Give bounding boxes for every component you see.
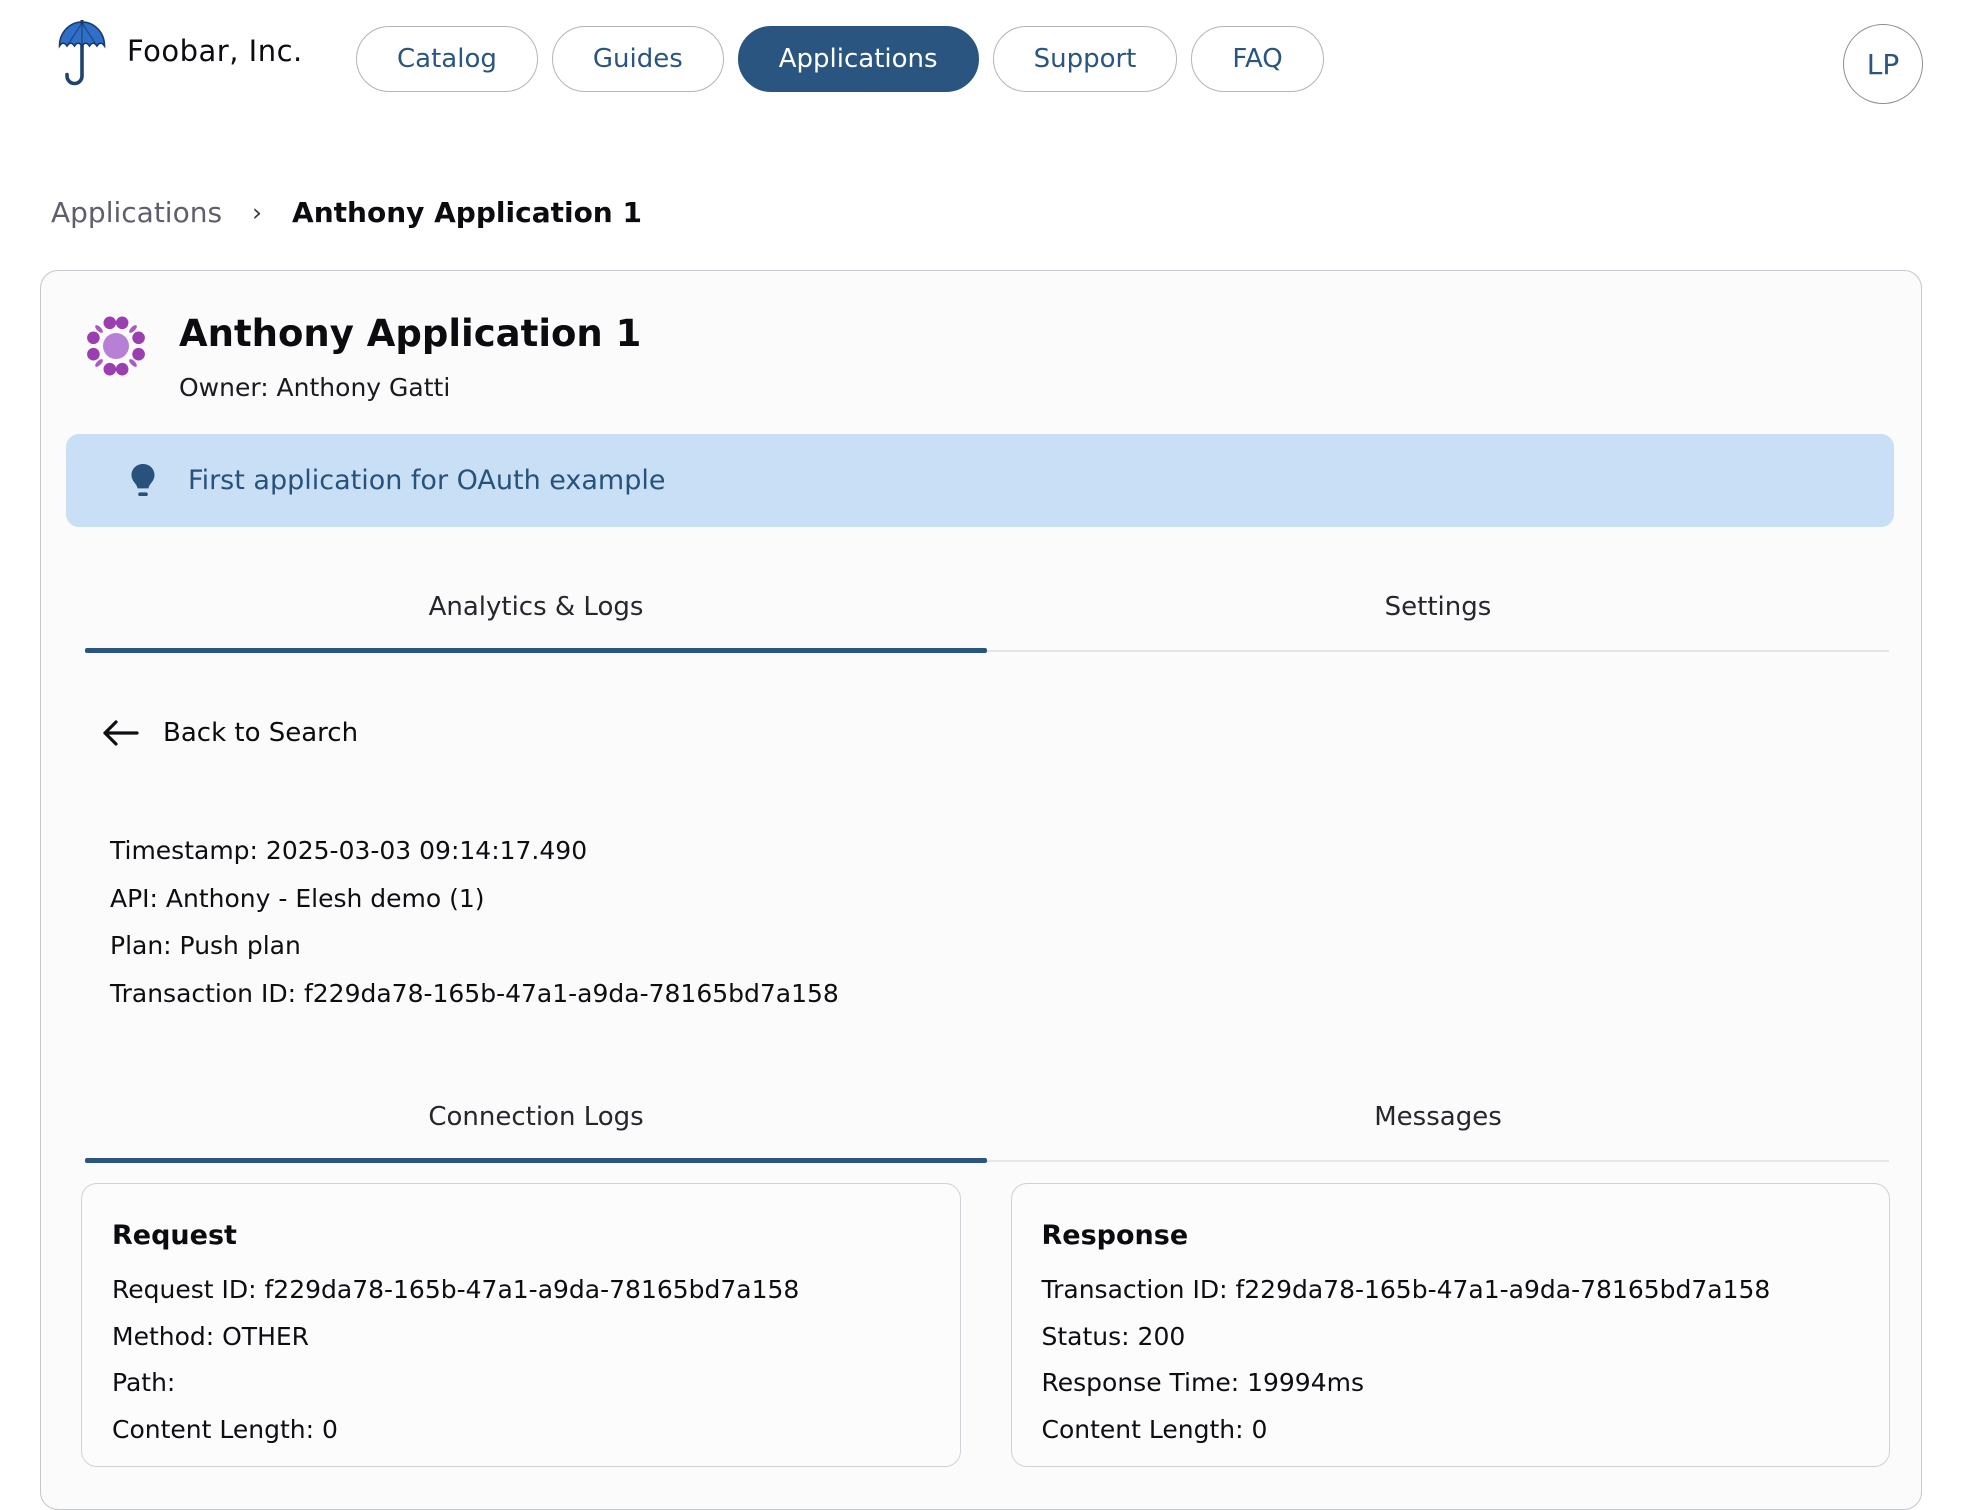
app-header-bar: Foobar, Inc. Catalog Guides Applications… [0, 0, 1970, 118]
response-transaction-id: Transaction ID: f229da78-165b-47a1-a9da-… [1042, 1267, 1860, 1314]
tab-analytics-logs[interactable]: Analytics & Logs [85, 564, 987, 652]
log-transaction-id: Transaction ID: f229da78-165b-47a1-a9da-… [110, 970, 839, 1018]
nav-guides-button[interactable]: Guides [552, 26, 724, 92]
nav-catalog-button[interactable]: Catalog [356, 26, 538, 92]
tab-settings[interactable]: Settings [987, 564, 1889, 652]
request-content-length: Content Length: 0 [112, 1407, 930, 1454]
umbrella-icon[interactable] [56, 20, 108, 96]
request-panel: Request Request ID: f229da78-165b-47a1-a… [81, 1183, 961, 1467]
tab-messages[interactable]: Messages [987, 1074, 1889, 1162]
log-plan: Plan: Push plan [110, 922, 839, 970]
tab-connection-logs[interactable]: Connection Logs [85, 1074, 987, 1162]
response-panel: Response Transaction ID: f229da78-165b-4… [1011, 1183, 1891, 1467]
breadcrumb: Applications › Anthony Application 1 [51, 196, 642, 229]
response-content-length: Content Length: 0 [1042, 1407, 1860, 1454]
response-panel-title: Response [1042, 1220, 1860, 1251]
application-header: Anthony Application 1 Owner: Anthony Gat… [81, 311, 641, 402]
application-avatar-icon [81, 311, 151, 381]
nav-support-button[interactable]: Support [993, 26, 1178, 92]
request-panel-title: Request [112, 1220, 930, 1251]
request-method: Method: OTHER [112, 1314, 930, 1361]
application-card: Anthony Application 1 Owner: Anthony Gat… [40, 270, 1922, 1510]
back-to-search-label: Back to Search [163, 718, 358, 748]
user-avatar[interactable]: LP [1843, 24, 1923, 104]
application-owner: Owner: Anthony Gatti [179, 373, 641, 402]
application-title: Anthony Application 1 [179, 311, 641, 357]
primary-nav: Catalog Guides Applications Support FAQ [356, 26, 1324, 92]
application-description-banner: First application for OAuth example [66, 434, 1894, 527]
nav-applications-button[interactable]: Applications [738, 26, 979, 92]
nav-faq-button[interactable]: FAQ [1191, 26, 1323, 92]
back-to-search-link[interactable]: Back to Search [101, 711, 358, 755]
brand-name: Foobar, Inc. [127, 34, 303, 68]
response-time: Response Time: 19994ms [1042, 1360, 1860, 1407]
request-path: Path: [112, 1360, 930, 1407]
log-api: API: Anthony - Elesh demo (1) [110, 875, 839, 923]
lightbulb-icon [130, 463, 156, 499]
secondary-tabs: Connection Logs Messages [85, 1074, 1889, 1162]
log-timestamp: Timestamp: 2025-03-03 09:14:17.490 [110, 827, 839, 875]
primary-tabs: Analytics & Logs Settings [85, 564, 1889, 652]
log-detail-panels: Request Request ID: f229da78-165b-47a1-a… [81, 1183, 1890, 1467]
log-metadata: Timestamp: 2025-03-03 09:14:17.490 API: … [110, 827, 839, 1017]
breadcrumb-applications-link[interactable]: Applications [51, 196, 222, 229]
breadcrumb-separator-icon: › [252, 198, 262, 227]
response-status: Status: 200 [1042, 1314, 1860, 1361]
request-id: Request ID: f229da78-165b-47a1-a9da-7816… [112, 1267, 930, 1314]
left-arrow-icon [101, 719, 139, 747]
breadcrumb-current: Anthony Application 1 [292, 196, 642, 229]
application-description: First application for OAuth example [188, 465, 665, 496]
